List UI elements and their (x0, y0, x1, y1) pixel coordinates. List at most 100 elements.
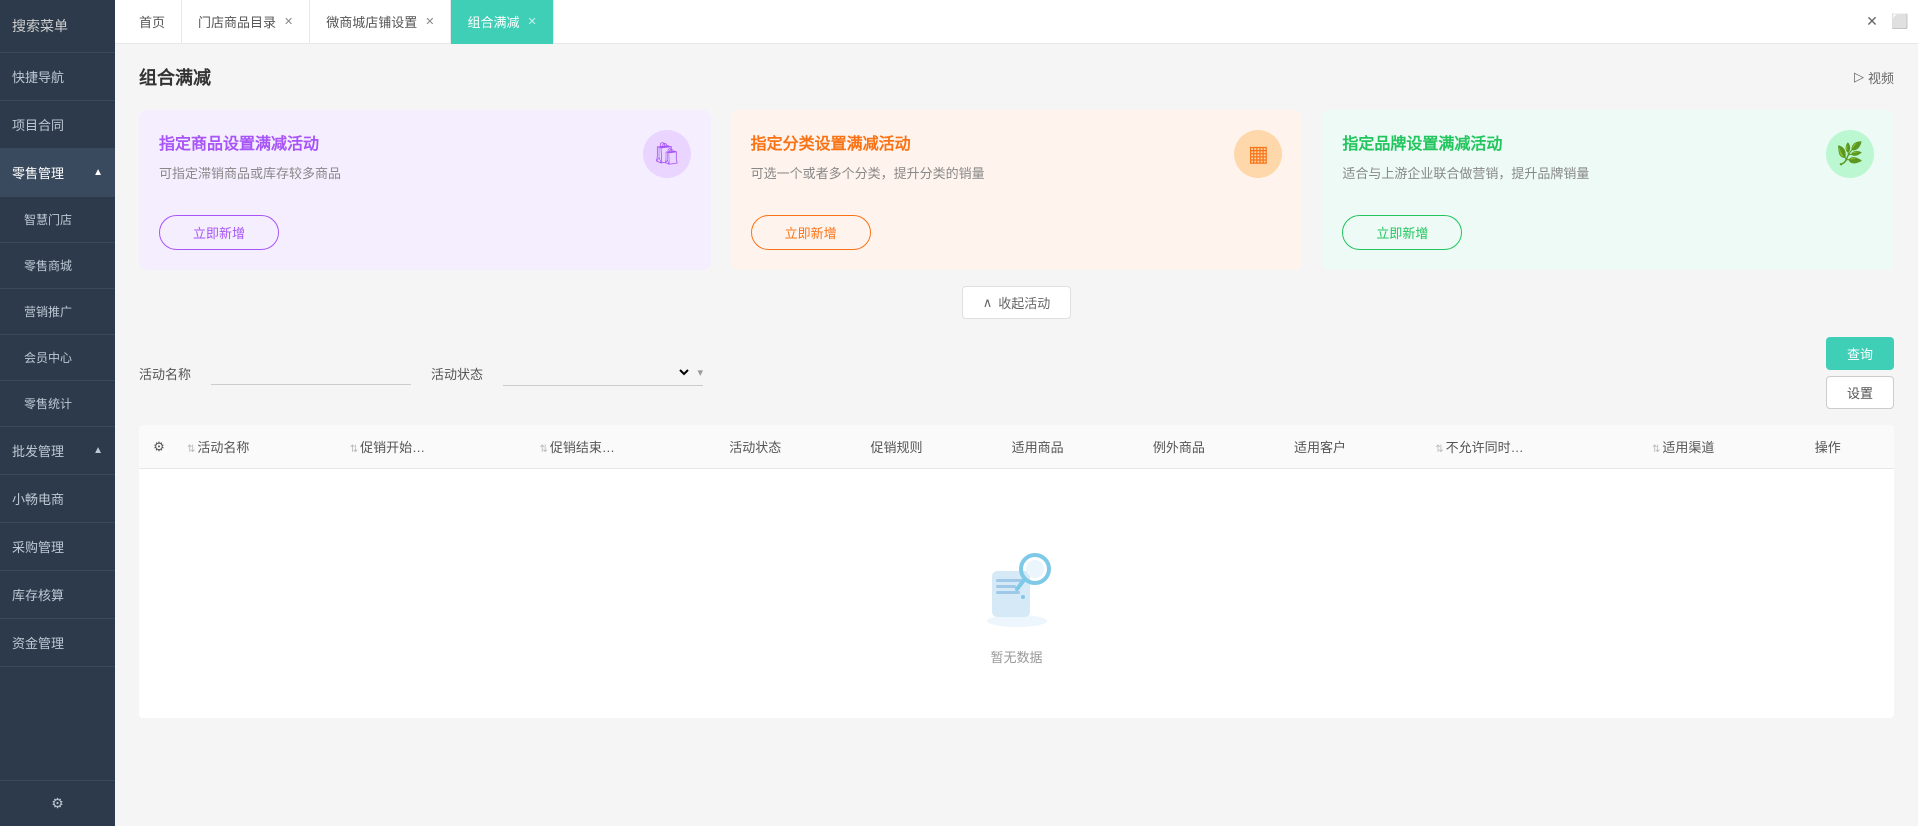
sidebar-item-label: 库存核算 (12, 585, 64, 604)
tab-close-icon[interactable]: ✕ (425, 15, 434, 28)
col-rule: 促销规则 (862, 425, 1003, 469)
sort-icon: ⇅ (1652, 444, 1660, 455)
category-card: ▦ 指定分类设置满减活动 可选一个或者多个分类，提升分类的销量 立即新增 (731, 110, 1303, 270)
activity-status-label: 活动状态 (431, 364, 483, 383)
card-desc: 适合与上游企业联合做营销，提升品牌销量 (1342, 164, 1874, 201)
sort-icon: ⇅ (350, 444, 358, 455)
chevron-down-icon: ▾ (698, 366, 704, 379)
sidebar-item-label: 零售商城 (24, 257, 72, 274)
sidebar-item-label: 采购管理 (12, 537, 64, 556)
col-except: 例外商品 (1145, 425, 1286, 469)
col-action: 操作 (1807, 425, 1894, 469)
sidebar-search[interactable]: 搜索菜单 (0, 0, 115, 53)
tab-wechat-store[interactable]: 微商城店铺设置 ✕ (310, 0, 451, 44)
col-start[interactable]: ⇅促销开始… (342, 425, 532, 469)
content-area: 组合满减 ▷ 视频 🛍 指定商品设置满减活动 可指定滞销商品或库存较多商品 立即… (115, 44, 1918, 826)
tab-store-goods[interactable]: 门店商品目录 ✕ (182, 0, 310, 44)
sort-icon: ⇅ (540, 444, 548, 455)
sidebar-search-label: 搜索菜单 (12, 18, 68, 34)
activity-name-input[interactable] (211, 361, 411, 385)
sidebar-item-retail-mall[interactable]: 零售商城 (0, 243, 115, 289)
arrow-icon: ▲ (93, 167, 103, 178)
sidebar-item-finance[interactable]: 资金管理 (0, 619, 115, 667)
card-title: 指定商品设置满减活动 (159, 130, 691, 154)
sort-icon: ⇅ (187, 444, 195, 455)
main-area: 首页 门店商品目录 ✕ 微商城店铺设置 ✕ 组合满减 ✕ ✕ ⬜ 组合满减 ▷ 视频 🛍 指… (115, 0, 1918, 826)
card-add-btn[interactable]: 立即新增 (1342, 215, 1462, 250)
card-icon: ▦ (1234, 130, 1282, 178)
video-label: 视频 (1868, 68, 1894, 87)
tab-bar: 首页 门店商品目录 ✕ 微商城店铺设置 ✕ 组合满减 ✕ ✕ ⬜ (115, 0, 1918, 44)
sidebar-item-project[interactable]: 项目合同 (0, 101, 115, 149)
play-icon: ▷ (1854, 69, 1864, 85)
col-gear[interactable]: ⚙ (139, 425, 179, 469)
activity-table: ⚙⇅活动名称⇅促销开始…⇅促销结束…活动状态促销规则适用商品例外商品适用客户⇅不… (139, 425, 1894, 718)
card-desc: 可指定滞销商品或库存较多商品 (159, 164, 691, 201)
sidebar-settings-btn[interactable]: ⚙ (0, 780, 115, 826)
query-btn[interactable]: 查询 (1826, 337, 1894, 370)
col-status: 活动状态 (721, 425, 862, 469)
sidebar-item-marketing[interactable]: 营销推广 (0, 289, 115, 335)
activity-name-label: 活动名称 (139, 364, 191, 383)
sidebar-item-label: 批发管理 (12, 441, 64, 460)
close-window-btn[interactable]: ✕ (1862, 12, 1882, 32)
setting-btn[interactable]: 设置 (1826, 376, 1894, 409)
sidebar-item-purchase[interactable]: 采购管理 (0, 523, 115, 571)
collapse-bar: ∧ 收起活动 (139, 286, 1894, 319)
sidebar-item-label: 快捷导航 (12, 67, 64, 86)
maximize-window-btn[interactable]: ⬜ (1890, 12, 1910, 32)
sidebar-item-member[interactable]: 会员中心 (0, 335, 115, 381)
sidebar-item-quick-nav[interactable]: 快捷导航 (0, 53, 115, 101)
sidebar: 搜索菜单 快捷导航项目合同零售管理 ▲ 智慧门店零售商城营销推广会员中心零售统计批发… (0, 0, 115, 826)
sidebar-item-label: 零售管理 (12, 163, 64, 182)
filter-bar: 活动名称 活动状态 进行中 已结束 未开始 ▾ 查询 设置 (139, 337, 1894, 409)
card-icon: 🛍 (643, 130, 691, 178)
sidebar-item-retail-stats[interactable]: 零售统计 (0, 381, 115, 427)
col-goods: 适用商品 (1004, 425, 1145, 469)
sort-icon: ⇅ (1435, 444, 1443, 455)
collapse-activity-btn[interactable]: ∧ 收起活动 (962, 286, 1072, 319)
sidebar-item-label: 营销推广 (24, 303, 72, 320)
sidebar-item-label: 项目合同 (12, 115, 64, 134)
tab-label: 组合满减 (467, 12, 519, 31)
tab-close-icon[interactable]: ✕ (284, 15, 293, 28)
chevron-up-icon: ∧ (983, 295, 993, 311)
goods-card: 🛍 指定商品设置满减活动 可指定滞销商品或库存较多商品 立即新增 (139, 110, 711, 270)
page-title: 组合满减 (139, 64, 211, 90)
col-no-dup[interactable]: ⇅不允许同时… (1427, 425, 1644, 469)
sidebar-item-smart-store[interactable]: 智慧门店 (0, 197, 115, 243)
col-channel[interactable]: ⇅适用渠道 (1644, 425, 1807, 469)
card-add-btn[interactable]: 立即新增 (751, 215, 871, 250)
window-controls: ✕ ⬜ (1862, 12, 1910, 32)
tab-close-icon[interactable]: ✕ (528, 15, 537, 28)
arrow-icon: ▲ (93, 445, 103, 456)
card-title: 指定品牌设置满减活动 (1342, 130, 1874, 154)
tab-combo[interactable]: 组合满减 ✕ (451, 0, 553, 44)
card-icon: 🌿 (1826, 130, 1874, 178)
card-add-btn[interactable]: 立即新增 (159, 215, 279, 250)
video-link[interactable]: ▷ 视频 (1854, 68, 1894, 87)
filter-actions: 查询 设置 (1826, 337, 1894, 409)
sidebar-item-label: 会员中心 (24, 349, 72, 366)
col-customer: 适用客户 (1286, 425, 1427, 469)
col-end[interactable]: ⇅促销结束… (532, 425, 722, 469)
activity-status-select[interactable]: 进行中 已结束 未开始 (503, 360, 691, 385)
brand-card: 🌿 指定品牌设置满减活动 适合与上游企业联合做营销，提升品牌销量 立即新增 (1322, 110, 1894, 270)
sidebar-item-inventory[interactable]: 库存核算 (0, 571, 115, 619)
card-desc: 可选一个或者多个分类，提升分类的销量 (751, 164, 1283, 201)
tab-label: 首页 (139, 12, 165, 31)
sidebar-item-retail-mgmt[interactable]: 零售管理 ▲ (0, 149, 115, 197)
sidebar-item-xiaochang[interactable]: 小畅电商 (0, 475, 115, 523)
empty-state: 暂无数据 (147, 481, 1886, 706)
empty-illustration (967, 541, 1067, 631)
tab-home[interactable]: 首页 (123, 0, 182, 44)
tab-label: 微商城店铺设置 (326, 12, 417, 31)
promo-cards-row: 🛍 指定商品设置满减活动 可指定滞销商品或库存较多商品 立即新增 ▦ 指定分类设… (139, 110, 1894, 270)
sidebar-item-label: 零售统计 (24, 395, 72, 412)
collapse-btn-label: 收起活动 (998, 293, 1050, 312)
empty-state-row: 暂无数据 (139, 469, 1894, 719)
sidebar-item-label: 智慧门店 (24, 211, 72, 228)
tab-label: 门店商品目录 (198, 12, 276, 31)
col-name[interactable]: ⇅活动名称 (179, 425, 342, 469)
sidebar-item-wholesale[interactable]: 批发管理 ▲ (0, 427, 115, 475)
